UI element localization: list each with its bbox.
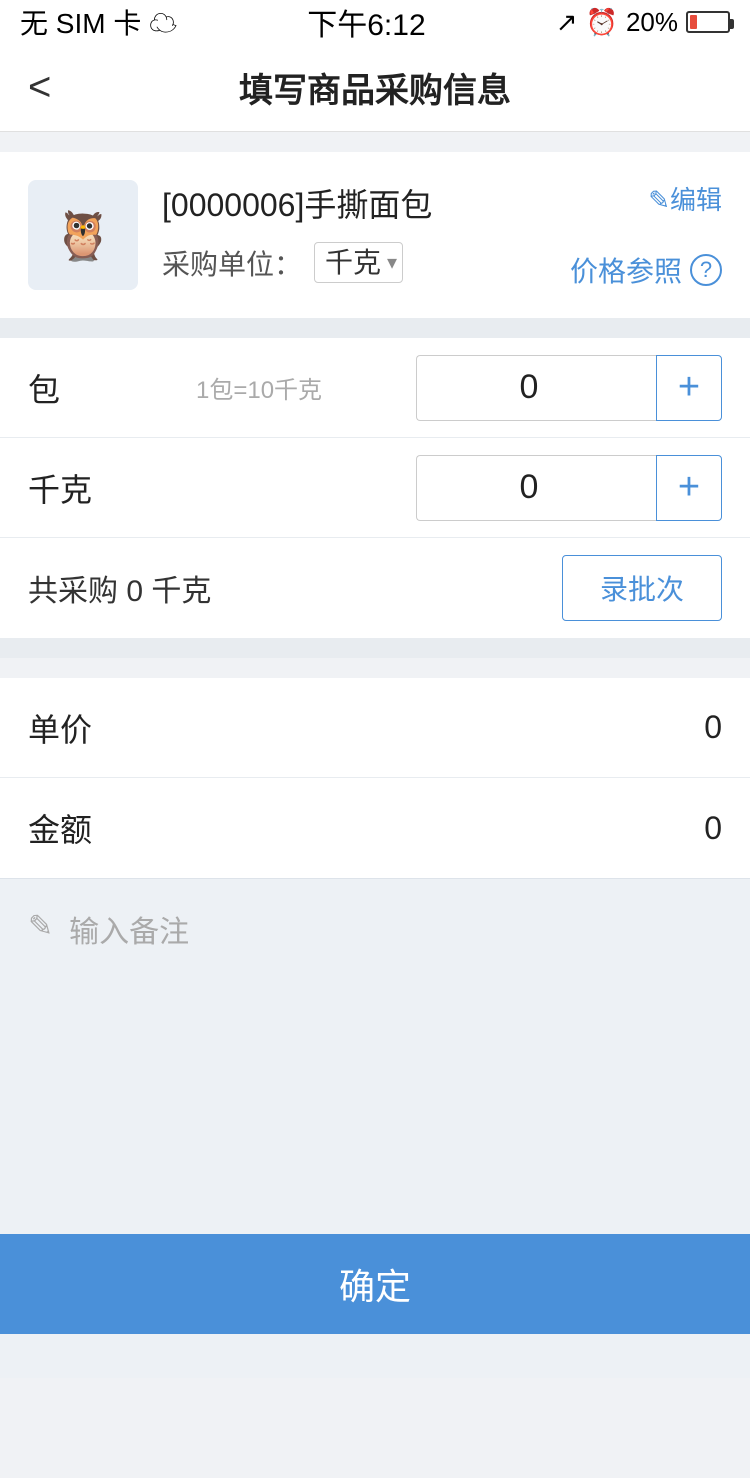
remark-icon: ✎ [28,909,53,944]
confirm-button[interactable]: 确定 [0,1234,750,1334]
bao-sublabel: 1包=10千克 [196,370,322,405]
edit-button[interactable]: ✎编辑 [648,180,722,217]
info-section: 单价 0 金额 0 [0,678,750,878]
location-icon: ↗ [556,7,578,38]
remark-section[interactable]: ✎ 输入备注 [0,878,750,1078]
status-time: 下午6:12 [307,0,425,44]
bao-plus-button[interactable]: + [656,355,722,421]
amount-value: 0 [704,810,722,847]
status-right: ↗ ⏰ 20% [556,7,730,38]
price-ref-button[interactable]: 价格参照 ? [570,250,722,290]
page-title: 填写商品采购信息 [239,63,511,112]
nav-bar: < 填写商品采购信息 [0,44,750,132]
price-ref-label: 价格参照 [570,250,682,290]
amount-label: 金额 [28,805,92,851]
kg-label: 千克 [28,465,188,511]
status-bar: 无 SIM 卡 ☁ 下午6:12 ↗ ⏰ 20% [0,0,750,44]
battery-icon [686,11,730,33]
record-batch-button[interactable]: 录批次 [562,555,722,621]
kg-quantity-input[interactable] [416,455,656,521]
input-section: 包 1包=10千克 + 千克 + [0,338,750,538]
bao-quantity-input[interactable] [416,355,656,421]
summary-text: 共采购 0 千克 [28,566,211,610]
unit-select[interactable]: 千克 包 [314,242,403,283]
battery-fill [690,15,697,29]
back-button[interactable]: < [28,65,51,110]
product-name: [0000006]手撕面包 [162,180,722,226]
unit-price-value: 0 [704,709,722,746]
product-card: 🦉 [0000006]手撕面包 采购单位： 千克 包 ✎编辑 价格参照 ? [0,152,750,318]
bao-input-row: 包 1包=10千克 + [0,338,750,438]
help-icon[interactable]: ? [690,254,722,286]
unit-price-row: 单价 0 [0,678,750,778]
product-thumb-icon: 🦉 [53,207,113,264]
summary-row: 共采购 0 千克 录批次 [0,538,750,638]
sim-label: 无 SIM 卡 ☁ [20,2,177,42]
section-divider-1 [0,318,750,338]
amount-row: 金额 0 [0,778,750,878]
bao-label: 包 [28,365,188,411]
unit-label: 采购单位： [162,243,302,283]
kg-input-right: + [416,455,722,521]
product-thumbnail: 🦉 [28,180,138,290]
section-divider-2 [0,638,750,658]
battery-percent: 20% [626,7,678,38]
unit-price-label: 单价 [28,705,92,751]
bao-input-right: + [416,355,722,421]
status-left: 无 SIM 卡 ☁ [20,2,177,42]
alarm-icon: ⏰ [586,7,618,38]
unit-select-wrapper[interactable]: 千克 包 [314,242,403,283]
kg-plus-button[interactable]: + [656,455,722,521]
remark-placeholder: 输入备注 [69,907,189,951]
kg-input-row: 千克 + [0,438,750,538]
